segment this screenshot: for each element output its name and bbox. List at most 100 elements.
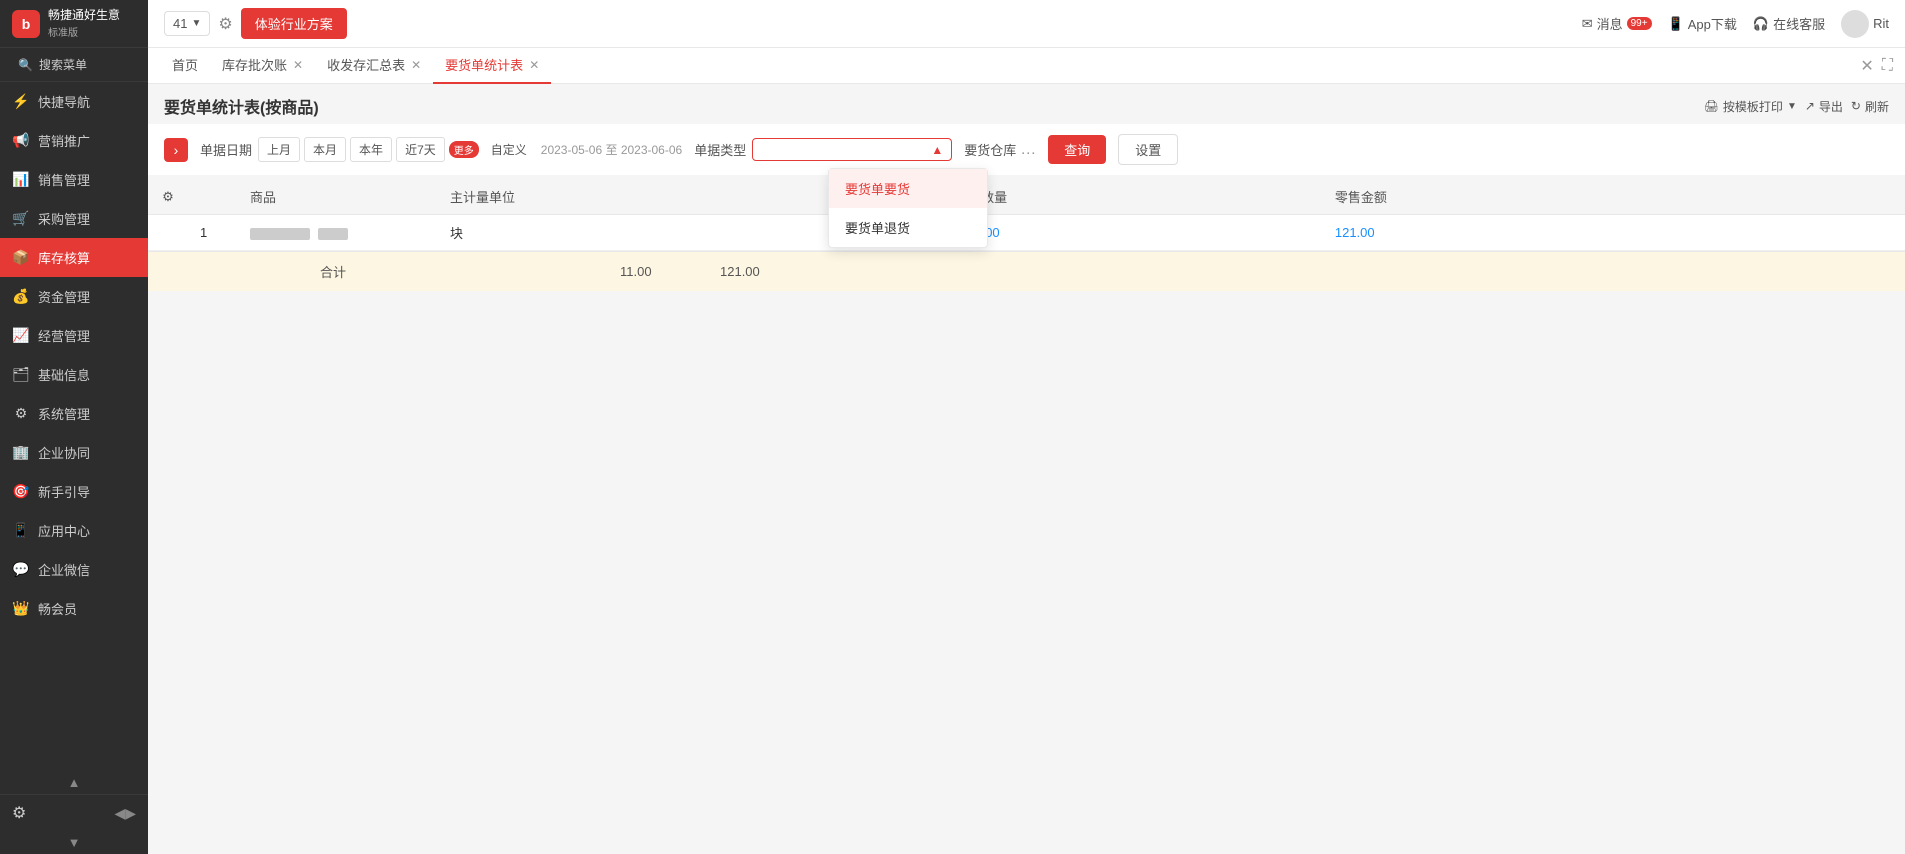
- refresh-icon: ↻: [1851, 99, 1861, 113]
- tab-home[interactable]: 首页: [160, 48, 210, 84]
- date-btn-this-month[interactable]: 本月: [304, 137, 346, 162]
- quick-nav-icon: ⚡: [12, 93, 30, 111]
- page-title: 要货单统计表(按商品): [164, 94, 319, 118]
- tab-close-inventory-batch[interactable]: ✕: [293, 58, 303, 72]
- tab-expand-icon[interactable]: ⛶: [1882, 57, 1893, 75]
- system-icon: ⚙: [12, 405, 30, 423]
- table-row: 1 块 11.00 121.00: [148, 215, 1905, 251]
- td-qty[interactable]: 11.00: [956, 215, 1323, 251]
- online-service-label: 在线客服: [1773, 14, 1825, 33]
- topbar: 41 ▼ ⚙ 体验行业方案 ✉ 消息 99+ 📱 App下载 🎧 在线客服 R: [148, 0, 1905, 48]
- sidebar-nav: ⚡ 快捷导航 📢 营销推广 📊 销售管理 🛒 采购管理 📦 库存核算 💰 资金管…: [0, 82, 148, 771]
- td-amount[interactable]: 121.00: [1323, 215, 1765, 251]
- date-btn-last-month[interactable]: 上月: [258, 137, 300, 162]
- user-avatar[interactable]: Rit: [1841, 10, 1889, 38]
- member-icon: 👑: [12, 600, 30, 618]
- table-footer: 合计 11.00 121.00: [148, 251, 1905, 291]
- sidebar-item-operations[interactable]: 📈 经营管理: [0, 316, 148, 355]
- messages-label: 消息: [1597, 14, 1623, 33]
- th-settings[interactable]: ⚙: [148, 179, 188, 215]
- th-extra: [1765, 179, 1905, 215]
- sidebar-item-wechat[interactable]: 💬 企业微信: [0, 550, 148, 589]
- filter-area: › 单据日期 上月 本月 本年 近7天 更多 自定义 2023-05-06 至 …: [148, 124, 1905, 175]
- sidebar-item-label: 应用中心: [38, 521, 90, 540]
- topbar-right: ✉ 消息 99+ 📱 App下载 🎧 在线客服 Rit: [1582, 10, 1889, 38]
- phone-icon: 📱: [1668, 16, 1684, 32]
- sidebar-item-label: 营销推广: [38, 131, 90, 150]
- date-btn-custom[interactable]: 自定义: [483, 138, 535, 161]
- sidebar-item-inventory[interactable]: 📦 库存核算: [0, 238, 148, 277]
- export-icon: ↗: [1805, 99, 1815, 113]
- print-template-btn[interactable]: 🖨 按模板打印 ▼: [1704, 98, 1797, 115]
- order-type-input-wrap[interactable]: ▲: [752, 138, 952, 161]
- tab-order-summary[interactable]: 要货单统计表 ✕: [433, 48, 551, 84]
- date-buttons: 上月 本月 本年 近7天 更多 自定义: [258, 137, 535, 162]
- sidebar-item-system[interactable]: ⚙ 系统管理: [0, 394, 148, 433]
- settings-icon[interactable]: ⚙: [12, 803, 26, 823]
- sidebar-bottom: ⚙ ◀▶: [0, 794, 148, 831]
- refresh-btn[interactable]: ↻ 刷新: [1851, 98, 1889, 115]
- collapse-icon[interactable]: ◀▶: [114, 805, 136, 822]
- app-download-btn[interactable]: 📱 App下载: [1668, 14, 1737, 33]
- sidebar-item-purchase[interactable]: 🛒 采购管理: [0, 199, 148, 238]
- sidebar-item-label: 企业微信: [38, 560, 90, 579]
- trial-btn[interactable]: 体验行业方案: [241, 8, 347, 39]
- operations-icon: 📈: [12, 327, 30, 345]
- tab-close-receivable-summary[interactable]: ✕: [411, 58, 421, 72]
- sidebar-item-sales[interactable]: 📊 销售管理: [0, 160, 148, 199]
- date-range: 2023-05-06 至 2023-06-06: [541, 141, 682, 158]
- td-goods: [238, 215, 438, 251]
- settings-gear-icon[interactable]: ⚙: [218, 14, 232, 34]
- more-date-badge[interactable]: 更多: [449, 141, 479, 158]
- sidebar-item-marketing[interactable]: 📢 营销推广: [0, 121, 148, 160]
- order-type-label: 单据类型: [694, 140, 746, 159]
- table-container: ⚙ 商品 主计量单位 主数量 零售金额 1: [148, 179, 1905, 291]
- export-btn[interactable]: ↗ 导出: [1805, 98, 1843, 115]
- sidebar-item-member[interactable]: 👑 畅会员: [0, 589, 148, 628]
- store-selector[interactable]: 41 ▼: [164, 11, 210, 36]
- date-btn-7days[interactable]: 近7天: [396, 137, 445, 162]
- column-settings-icon[interactable]: ⚙: [162, 189, 174, 204]
- tab-close-order-summary[interactable]: ✕: [529, 58, 539, 72]
- sidebar-item-enterprise[interactable]: 🏢 企业协同: [0, 433, 148, 472]
- dropdown-item-return-goods[interactable]: 要货单退货: [829, 208, 987, 247]
- sidebar-item-basic[interactable]: 🗂 基础信息: [0, 355, 148, 394]
- inventory-icon: 📦: [12, 249, 30, 267]
- td-extra: [1765, 215, 1905, 251]
- tab-inventory-batch[interactable]: 库存批次账 ✕: [210, 48, 315, 84]
- table-wrap: ⚙ 商品 主计量单位 主数量 零售金额 1: [148, 179, 1905, 251]
- tab-receivable-summary[interactable]: 收发存汇总表 ✕: [315, 48, 433, 84]
- sidebar-item-appstore[interactable]: 📱 应用中心: [0, 511, 148, 550]
- store-dropdown-icon: ▼: [191, 18, 201, 29]
- sidebar-search-label: 搜索菜单: [39, 56, 87, 73]
- app-download-label: App下载: [1688, 14, 1737, 33]
- date-filter-group: 单据日期 上月 本月 本年 近7天 更多 自定义 2023-05-06 至 20…: [200, 137, 682, 162]
- filter-settings-btn[interactable]: 设置: [1118, 134, 1178, 165]
- sidebar-item-finance[interactable]: 💰 资金管理: [0, 277, 148, 316]
- sidebar-scroll-up[interactable]: ▲: [0, 771, 148, 794]
- td-settings: [148, 215, 188, 251]
- page-actions: 🖨 按模板打印 ▼ ↗ 导出 ↻ 刷新: [1704, 98, 1889, 115]
- sidebar-search[interactable]: 🔍 搜索菜单: [0, 48, 148, 82]
- online-service-btn[interactable]: 🎧 在线客服: [1753, 14, 1825, 33]
- order-type-chevron-icon[interactable]: ▲: [931, 143, 943, 157]
- warehouse-filter-group: 要货仓库 …: [964, 140, 1036, 159]
- sidebar-scroll-down[interactable]: ▼: [0, 831, 148, 854]
- wechat-icon: 💬: [12, 561, 30, 579]
- sidebar-item-label: 销售管理: [38, 170, 90, 189]
- tab-close-all-icon[interactable]: ✕: [1860, 56, 1873, 76]
- user-name: Rit: [1873, 16, 1889, 31]
- dropdown-item-order-goods[interactable]: 要货单要货: [829, 169, 987, 208]
- order-type-input[interactable]: [761, 142, 931, 157]
- sidebar-item-quick-nav[interactable]: ⚡ 快捷导航: [0, 82, 148, 121]
- messages-badge: 99+: [1627, 17, 1652, 30]
- filter-expand-btn[interactable]: ›: [164, 138, 188, 162]
- query-btn[interactable]: 查询: [1048, 135, 1106, 164]
- sidebar-item-guide[interactable]: 🎯 新手引导: [0, 472, 148, 511]
- date-btn-this-year[interactable]: 本年: [350, 137, 392, 162]
- messages-btn[interactable]: ✉ 消息 99+: [1582, 14, 1652, 33]
- search-icon: 🔍: [18, 58, 33, 72]
- warehouse-more-icon[interactable]: …: [1020, 141, 1036, 159]
- guide-icon: 🎯: [12, 483, 30, 501]
- footer-qty: 11.00: [620, 264, 720, 279]
